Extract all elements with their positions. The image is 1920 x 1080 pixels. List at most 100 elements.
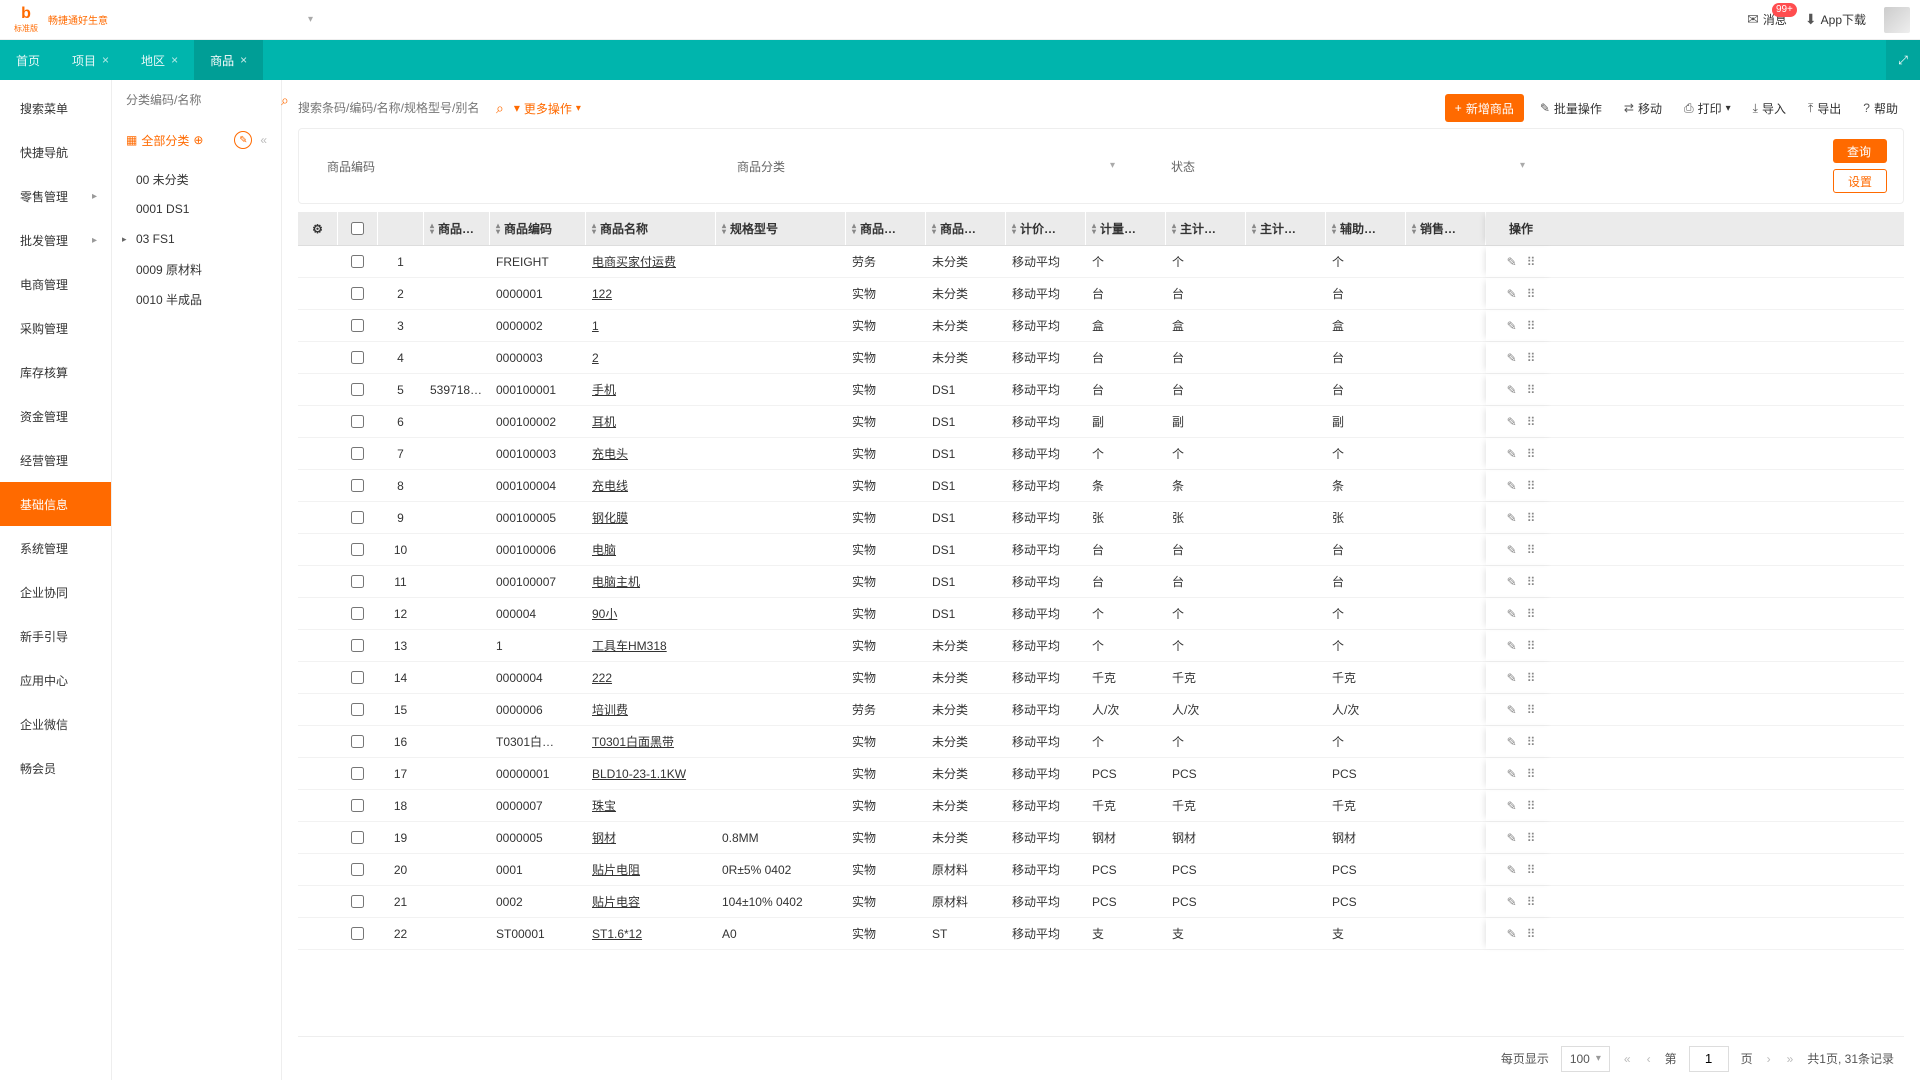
edit-row-icon[interactable]: ✎	[1507, 799, 1517, 813]
row-checkbox[interactable]	[351, 543, 364, 556]
cell-name[interactable]: 贴片电容	[586, 886, 716, 917]
last-page-button[interactable]: »	[1785, 1052, 1796, 1066]
sidebar-item[interactable]: 批发管理▸	[0, 218, 111, 262]
edit-row-icon[interactable]: ✎	[1507, 575, 1517, 589]
sort-icon[interactable]: ▴▾	[1412, 223, 1416, 235]
more-row-icon[interactable]: ⠿	[1527, 479, 1536, 493]
cell-name[interactable]: 电脑	[586, 534, 716, 565]
print-button[interactable]: ⎙打印▾	[1678, 94, 1737, 122]
more-row-icon[interactable]: ⠿	[1527, 735, 1536, 749]
more-filter-button[interactable]: ▾ 更多操作 ▾	[514, 100, 581, 117]
cell-name[interactable]: T0301白面黑带	[586, 726, 716, 757]
more-row-icon[interactable]: ⠿	[1527, 895, 1536, 909]
sidebar-item[interactable]: 零售管理▸	[0, 174, 111, 218]
sidebar-item[interactable]: 经营管理	[0, 438, 111, 482]
more-row-icon[interactable]: ⠿	[1527, 511, 1536, 525]
more-row-icon[interactable]: ⠿	[1527, 255, 1536, 269]
cell-name[interactable]: 钢化膜	[586, 502, 716, 533]
category-root[interactable]: ▦ 全部分类 ⊕ ✎ «	[112, 120, 281, 160]
filter-code-input[interactable]	[385, 152, 705, 180]
cell-name[interactable]: 手机	[586, 374, 716, 405]
filter-settings-button[interactable]: 设置	[1833, 169, 1887, 193]
new-product-button[interactable]: + 新增商品	[1445, 94, 1524, 122]
cell-name[interactable]: 电脑主机	[586, 566, 716, 597]
sidebar-item[interactable]: 基础信息	[0, 482, 111, 526]
sidebar-item[interactable]: 搜索菜单	[0, 86, 111, 130]
edit-row-icon[interactable]: ✎	[1507, 351, 1517, 365]
more-row-icon[interactable]: ⠿	[1527, 607, 1536, 621]
cell-name[interactable]: 培训费	[586, 694, 716, 725]
first-page-button[interactable]: «	[1622, 1052, 1633, 1066]
more-row-icon[interactable]: ⠿	[1527, 767, 1536, 781]
category-item[interactable]: 00 未分类	[136, 164, 281, 194]
sort-icon[interactable]: ▴▾	[852, 223, 856, 235]
cell-name[interactable]: 1	[586, 310, 716, 341]
edit-row-icon[interactable]: ✎	[1507, 831, 1517, 845]
edit-row-icon[interactable]: ✎	[1507, 479, 1517, 493]
messages-button[interactable]: ✉ 消息 99+	[1747, 11, 1787, 28]
row-checkbox[interactable]	[351, 703, 364, 716]
more-row-icon[interactable]: ⠿	[1527, 799, 1536, 813]
category-item[interactable]: 0001 DS1	[136, 194, 281, 224]
filter-status-select[interactable]: ▾	[1205, 152, 1525, 180]
cell-name[interactable]: 贴片电阻	[586, 854, 716, 885]
export-button[interactable]: ⤒导出	[1802, 94, 1847, 122]
more-row-icon[interactable]: ⠿	[1527, 639, 1536, 653]
sort-icon[interactable]: ▴▾	[1092, 223, 1096, 235]
tab-商品[interactable]: 商品×	[194, 40, 263, 80]
sort-icon[interactable]: ▴▾	[496, 223, 500, 235]
row-checkbox[interactable]	[351, 255, 364, 268]
edit-row-icon[interactable]: ✎	[1507, 703, 1517, 717]
sort-icon[interactable]: ▴▾	[1332, 223, 1336, 235]
row-checkbox[interactable]	[351, 927, 364, 940]
more-row-icon[interactable]: ⠿	[1527, 287, 1536, 301]
sidebar-item[interactable]: 库存核算	[0, 350, 111, 394]
sort-icon[interactable]: ▴▾	[722, 223, 726, 235]
gear-icon[interactable]: ⚙	[312, 222, 323, 236]
edit-row-icon[interactable]: ✎	[1507, 735, 1517, 749]
sort-icon[interactable]: ▴▾	[592, 223, 596, 235]
sidebar-item[interactable]: 企业微信	[0, 702, 111, 746]
cell-name[interactable]: 耳机	[586, 406, 716, 437]
more-row-icon[interactable]: ⠿	[1527, 415, 1536, 429]
row-checkbox[interactable]	[351, 607, 364, 620]
product-search-input[interactable]	[298, 101, 488, 115]
cell-name[interactable]: 充电线	[586, 470, 716, 501]
more-row-icon[interactable]: ⠿	[1527, 319, 1536, 333]
sidebar-item[interactable]: 快捷导航	[0, 130, 111, 174]
sidebar-item[interactable]: 应用中心	[0, 658, 111, 702]
bulk-ops-button[interactable]: ✎批量操作	[1534, 94, 1608, 122]
row-checkbox[interactable]	[351, 575, 364, 588]
more-row-icon[interactable]: ⠿	[1527, 575, 1536, 589]
more-row-icon[interactable]: ⠿	[1527, 383, 1536, 397]
query-button[interactable]: 查询	[1833, 139, 1887, 163]
per-page-select[interactable]: 100 ▾	[1561, 1046, 1610, 1072]
category-search-input[interactable]	[126, 93, 281, 107]
edit-row-icon[interactable]: ✎	[1507, 671, 1517, 685]
edit-row-icon[interactable]: ✎	[1507, 639, 1517, 653]
row-checkbox[interactable]	[351, 767, 364, 780]
row-checkbox[interactable]	[351, 511, 364, 524]
row-checkbox[interactable]	[351, 735, 364, 748]
edit-row-icon[interactable]: ✎	[1507, 511, 1517, 525]
row-checkbox[interactable]	[351, 319, 364, 332]
edit-row-icon[interactable]: ✎	[1507, 895, 1517, 909]
sidebar-item[interactable]: 电商管理	[0, 262, 111, 306]
category-item[interactable]: 0010 半成品	[136, 284, 281, 314]
page-input[interactable]	[1689, 1046, 1729, 1072]
org-selector[interactable]: ▾	[114, 7, 324, 33]
edit-row-icon[interactable]: ✎	[1507, 607, 1517, 621]
more-row-icon[interactable]: ⠿	[1527, 543, 1536, 557]
more-row-icon[interactable]: ⠿	[1527, 863, 1536, 877]
row-checkbox[interactable]	[351, 799, 364, 812]
edit-row-icon[interactable]: ✎	[1507, 415, 1517, 429]
sidebar-item[interactable]: 采购管理	[0, 306, 111, 350]
cell-name[interactable]: 钢材	[586, 822, 716, 853]
cell-name[interactable]: 电商买家付运费	[586, 246, 716, 277]
fullscreen-button[interactable]: ⤢	[1886, 40, 1920, 80]
more-row-icon[interactable]: ⠿	[1527, 671, 1536, 685]
sidebar-item[interactable]: 新手引导	[0, 614, 111, 658]
edit-category-icon[interactable]: ✎	[234, 131, 252, 149]
sort-icon[interactable]: ▴▾	[1252, 223, 1256, 235]
cell-name[interactable]: 90小	[586, 598, 716, 629]
